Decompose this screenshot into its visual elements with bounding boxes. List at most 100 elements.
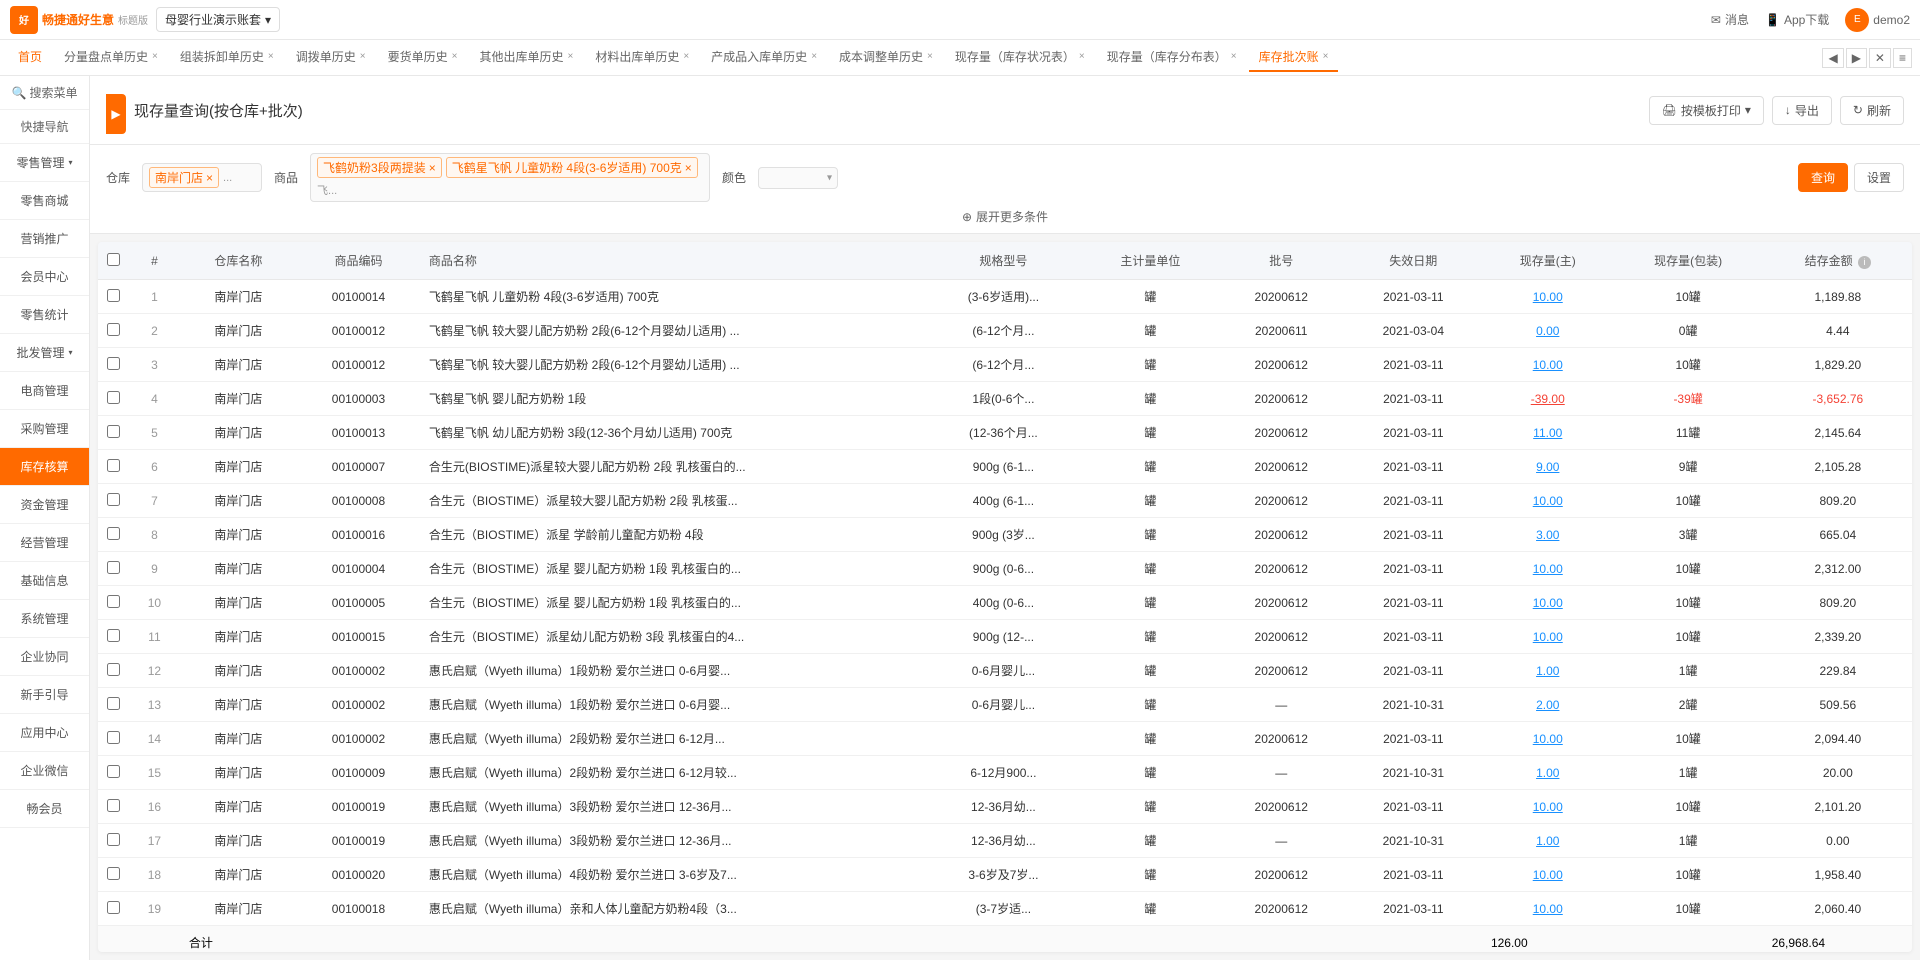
- warehouse-tag-1-close[interactable]: ×: [206, 171, 213, 185]
- goods-tag-2-close[interactable]: ×: [685, 161, 692, 175]
- row-qty-main[interactable]: 10.00: [1483, 858, 1613, 892]
- sidebar-item-collab[interactable]: 企业协同: [0, 638, 89, 676]
- nav-prev-btn[interactable]: ◀: [1822, 48, 1843, 68]
- sidebar-item-inventory[interactable]: 库存核算: [0, 448, 89, 486]
- expand-more-btn[interactable]: ⊕ 展开更多条件: [962, 208, 1048, 225]
- row-checkbox-7[interactable]: [107, 527, 120, 540]
- select-all-checkbox[interactable]: [107, 253, 120, 266]
- amount-info-icon[interactable]: i: [1858, 256, 1871, 269]
- warehouse-filter-container[interactable]: 南岸门店 × ...: [142, 163, 262, 192]
- tab-3-close[interactable]: ×: [360, 51, 366, 62]
- row-checkbox-16[interactable]: [107, 833, 120, 846]
- row-checkbox-4[interactable]: [107, 425, 120, 438]
- color-filter-wrapper[interactable]: [758, 167, 838, 189]
- row-checkbox-cell[interactable]: [98, 824, 128, 858]
- org-selector[interactable]: 母婴行业演示账套 ▾: [156, 7, 280, 32]
- tab-2-close[interactable]: ×: [268, 51, 274, 62]
- tab-10[interactable]: 现存量（库存分布表） ×: [1097, 43, 1247, 72]
- sidebar-item-marketing[interactable]: 营销推广: [0, 220, 89, 258]
- row-qty-main[interactable]: 1.00: [1483, 654, 1613, 688]
- nav-close-all-btn[interactable]: ✕: [1869, 48, 1891, 68]
- query-btn[interactable]: 查询: [1798, 163, 1848, 192]
- tab-8-close[interactable]: ×: [927, 51, 933, 62]
- row-checkbox-cell[interactable]: [98, 620, 128, 654]
- tab-10-close[interactable]: ×: [1231, 51, 1237, 62]
- sidebar-item-app-center[interactable]: 应用中心: [0, 714, 89, 752]
- nav-menu-btn[interactable]: ≡: [1893, 48, 1912, 68]
- row-qty-main[interactable]: 1.00: [1483, 756, 1613, 790]
- tab-7[interactable]: 产成品入库单历史 ×: [701, 43, 827, 72]
- row-qty-main[interactable]: 10.00: [1483, 620, 1613, 654]
- sidebar-item-wechat[interactable]: 企业微信: [0, 752, 89, 790]
- row-checkbox-15[interactable]: [107, 799, 120, 812]
- sidebar-quick-nav[interactable]: 快捷导航: [0, 110, 89, 144]
- row-qty-main[interactable]: 10.00: [1483, 790, 1613, 824]
- sidebar-item-wholesale[interactable]: 批发管理 ▾: [0, 334, 89, 372]
- sidebar-item-ecommerce[interactable]: 电商管理: [0, 372, 89, 410]
- row-checkbox-18[interactable]: [107, 901, 120, 914]
- goods-tag-1-close[interactable]: ×: [429, 161, 436, 175]
- message-btn[interactable]: ✉ 消息: [1711, 11, 1749, 28]
- tab-5[interactable]: 其他出库单历史 ×: [469, 43, 583, 72]
- row-qty-main[interactable]: 10.00: [1483, 280, 1613, 314]
- row-qty-main[interactable]: 3.00: [1483, 518, 1613, 552]
- row-qty-main[interactable]: 10.00: [1483, 348, 1613, 382]
- warehouse-tag-1[interactable]: 南岸门店 ×: [149, 167, 219, 188]
- row-checkbox-cell[interactable]: [98, 450, 128, 484]
- row-checkbox-cell[interactable]: [98, 790, 128, 824]
- color-filter-select[interactable]: [758, 167, 838, 189]
- sidebar-item-operations[interactable]: 经营管理: [0, 524, 89, 562]
- sidebar-item-guide[interactable]: 新手引导: [0, 676, 89, 714]
- col-checkbox[interactable]: [98, 242, 128, 280]
- row-checkbox-cell[interactable]: [98, 858, 128, 892]
- sidebar-item-finance[interactable]: 资金管理: [0, 486, 89, 524]
- tab-11[interactable]: 库存批次账 ×: [1249, 43, 1339, 72]
- tab-6[interactable]: 材料出库单历史 ×: [585, 43, 699, 72]
- row-checkbox-cell[interactable]: [98, 382, 128, 416]
- tab-home[interactable]: 首页: [8, 43, 52, 72]
- row-checkbox-1[interactable]: [107, 323, 120, 336]
- row-checkbox-cell[interactable]: [98, 654, 128, 688]
- row-checkbox-5[interactable]: [107, 459, 120, 472]
- tab-4-close[interactable]: ×: [452, 51, 458, 62]
- app-download-btn[interactable]: 📱 App下载: [1765, 11, 1829, 28]
- row-checkbox-10[interactable]: [107, 629, 120, 642]
- row-checkbox-13[interactable]: [107, 731, 120, 744]
- sidebar-item-member[interactable]: 会员中心: [0, 258, 89, 296]
- row-qty-main[interactable]: 1.00: [1483, 824, 1613, 858]
- sidebar-search[interactable]: 🔍 搜索菜单: [0, 76, 89, 110]
- row-checkbox-cell[interactable]: [98, 518, 128, 552]
- row-checkbox-cell[interactable]: [98, 280, 128, 314]
- row-qty-main[interactable]: 0.00: [1483, 314, 1613, 348]
- row-qty-main[interactable]: 11.00: [1483, 416, 1613, 450]
- row-checkbox-3[interactable]: [107, 391, 120, 404]
- row-checkbox-cell[interactable]: [98, 484, 128, 518]
- row-qty-main[interactable]: 10.00: [1483, 484, 1613, 518]
- tab-7-close[interactable]: ×: [811, 51, 817, 62]
- tab-6-close[interactable]: ×: [683, 51, 689, 62]
- row-checkbox-cell[interactable]: [98, 348, 128, 382]
- row-checkbox-6[interactable]: [107, 493, 120, 506]
- sidebar-item-purchase[interactable]: 采购管理: [0, 410, 89, 448]
- row-checkbox-cell[interactable]: [98, 756, 128, 790]
- settings-btn[interactable]: 设置: [1854, 163, 1904, 192]
- row-checkbox-cell[interactable]: [98, 586, 128, 620]
- row-checkbox-8[interactable]: [107, 561, 120, 574]
- sidebar-item-basic-info[interactable]: 基础信息: [0, 562, 89, 600]
- row-checkbox-cell[interactable]: [98, 722, 128, 756]
- export-btn[interactable]: ↓ 导出: [1772, 96, 1832, 125]
- tab-11-close[interactable]: ×: [1323, 51, 1329, 62]
- tab-4[interactable]: 要货单历史 ×: [378, 43, 468, 72]
- sidebar-item-retail-mgmt[interactable]: 零售管理 ▾: [0, 144, 89, 182]
- tab-2[interactable]: 组装拆卸单历史 ×: [170, 43, 284, 72]
- sidebar-toggle-btn[interactable]: ▶: [106, 94, 126, 134]
- row-checkbox-cell[interactable]: [98, 552, 128, 586]
- sidebar-item-retail-shop[interactable]: 零售商城: [0, 182, 89, 220]
- row-qty-main[interactable]: 10.00: [1483, 586, 1613, 620]
- sidebar-item-vip[interactable]: 畅会员: [0, 790, 89, 828]
- row-qty-main[interactable]: -39.00: [1483, 382, 1613, 416]
- sidebar-item-system[interactable]: 系统管理: [0, 600, 89, 638]
- row-qty-main[interactable]: 2.00: [1483, 688, 1613, 722]
- nav-next-btn[interactable]: ▶: [1846, 48, 1867, 68]
- row-checkbox-12[interactable]: [107, 697, 120, 710]
